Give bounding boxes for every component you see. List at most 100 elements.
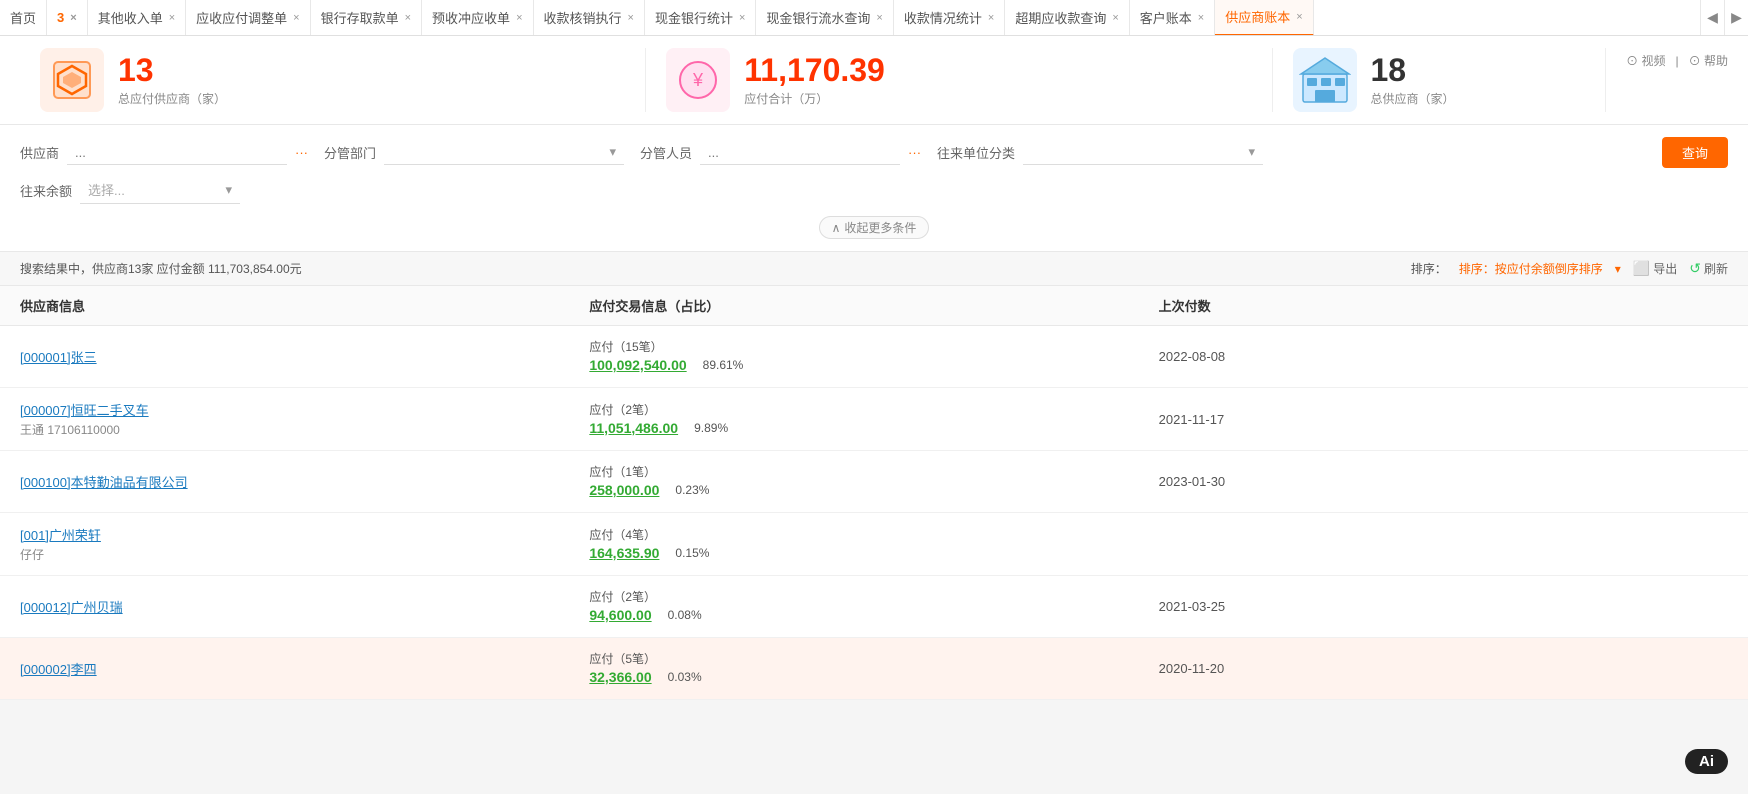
ai-badge[interactable]: Ai: [1685, 749, 1728, 774]
total-suppliers-value: 18: [1371, 54, 1455, 86]
filter-row-2: 往来余额 选择... ▾: [20, 176, 1728, 204]
export-icon: ⬜: [1633, 260, 1650, 277]
nav-tab-home[interactable]: 首页: [0, 0, 47, 36]
table-row: [000012]广州贝瑞 应付（2笔） 94,600.00 0.08% 2021…: [0, 576, 1748, 638]
close-icon[interactable]: ×: [628, 12, 634, 24]
close-icon[interactable]: ×: [1112, 12, 1118, 24]
close-icon[interactable]: ×: [516, 12, 522, 24]
export-button[interactable]: ⬜ 导出: [1633, 260, 1677, 277]
chevron-up-icon: ∧: [832, 221, 841, 235]
tx-percent: 89.61%: [703, 358, 744, 372]
tx-label: 应付（5笔）: [589, 650, 1158, 667]
balance-select[interactable]: 选择... ▾: [80, 176, 240, 204]
close-icon[interactable]: ×: [1198, 12, 1204, 24]
nav-tab-supplier-label: 供应商账本: [1225, 7, 1290, 26]
col-header-lastpay: 上次付数: [1159, 296, 1728, 315]
tx-amount[interactable]: 32,366.00: [589, 669, 651, 685]
supplier-link[interactable]: [000012]广州贝瑞: [20, 600, 123, 615]
nav-tab-cash-stat[interactable]: 现金银行统计 ×: [645, 0, 756, 36]
chevron-down-icon[interactable]: ▾: [1615, 262, 1621, 276]
nav-tab-adjustment-label: 应收应付调整单: [196, 8, 287, 27]
balance-label: 往来余额: [20, 181, 72, 200]
nav-tab-collection[interactable]: 收款核销执行 ×: [534, 0, 645, 36]
results-info: 搜索结果中，供应商13家 应付金额 111,703,854.00元: [20, 260, 302, 277]
close-icon[interactable]: ×: [405, 12, 411, 24]
tx-amount[interactable]: 258,000.00: [589, 482, 659, 498]
close-icon[interactable]: ×: [70, 12, 76, 24]
supplier-link[interactable]: [000002]李四: [20, 662, 97, 677]
filter-category: 往来单位分类 ▾: [937, 140, 1263, 165]
filter-row-1: 供应商 ··· 分管部门 ▾ 分管人员 ··· 往来单位分类 ▾ 查询: [20, 137, 1728, 168]
refresh-button[interactable]: ↺ 刷新: [1689, 260, 1728, 277]
sort-label: 排序：: [1411, 260, 1447, 277]
transaction-info: 应付（5笔） 32,366.00 0.03%: [589, 650, 1158, 687]
nav-tab-customer-label: 客户账本: [1140, 8, 1192, 27]
nav-tab-advance-label: 预收冲应收单: [432, 8, 510, 27]
close-icon[interactable]: ×: [293, 12, 299, 24]
nav-tab-collection-stat-label: 收款情况统计: [904, 8, 982, 27]
nav-tab-bank[interactable]: 银行存取款单 ×: [311, 0, 422, 36]
sort-select[interactable]: 排序：按应付余额倒序排序: [1459, 260, 1603, 277]
collapse-button[interactable]: ∧ 收起更多条件: [819, 216, 930, 239]
supplier-input[interactable]: [67, 141, 287, 165]
payable-total-label: 应付合计（万）: [744, 90, 885, 107]
nav-tab-other-income[interactable]: 其他收入单 ×: [88, 0, 186, 36]
supplier-more-icon[interactable]: ···: [295, 145, 308, 160]
tx-amount[interactable]: 94,600.00: [589, 607, 651, 623]
nav-tab-overdue[interactable]: 超期应收款查询 ×: [1005, 0, 1129, 36]
nav-tab-3[interactable]: 3 ×: [47, 0, 88, 36]
nav-tab-supplier[interactable]: 供应商账本 ×: [1215, 0, 1313, 36]
filter-dept: 分管部门 ▾: [324, 140, 624, 165]
payable-suppliers-label: 总应付供应商（家）: [118, 90, 226, 107]
help-link[interactable]: ⊙ 帮助: [1689, 52, 1728, 69]
close-icon[interactable]: ×: [739, 12, 745, 24]
tx-amount[interactable]: 164,635.90: [589, 545, 659, 561]
close-icon[interactable]: ×: [1296, 11, 1302, 23]
query-button[interactable]: 查询: [1662, 137, 1728, 168]
table-row: [001]广州荣轩 仔仔 应付（4笔） 164,635.90 0.15%: [0, 513, 1748, 576]
supplier-info: [000002]李四: [20, 659, 589, 678]
close-icon[interactable]: ×: [169, 12, 175, 24]
person-label: 分管人员: [640, 143, 692, 162]
payable-total-value: 11,170.39: [744, 54, 885, 86]
tx-percent: 0.23%: [675, 483, 709, 497]
supplier-link[interactable]: [000007]恒旺二手叉车: [20, 403, 149, 418]
category-select[interactable]: ▾: [1023, 140, 1263, 165]
supplier-label: 供应商: [20, 143, 59, 162]
summary-bar: 13 总应付供应商（家） ¥ 11,170.39 应付合计（万）: [0, 36, 1748, 125]
transaction-info: 应付（2笔） 11,051,486.00 9.89%: [589, 401, 1158, 438]
supplier-link[interactable]: [000001]张三: [20, 350, 97, 365]
nav-tab-customer[interactable]: 客户账本 ×: [1130, 0, 1215, 36]
tx-percent: 0.03%: [668, 670, 702, 684]
svg-text:¥: ¥: [692, 70, 704, 90]
nav-tab-collection-stat[interactable]: 收款情况统计 ×: [894, 0, 1005, 36]
tx-amount[interactable]: 100,092,540.00: [589, 357, 686, 373]
video-link[interactable]: ⊙ 视频: [1626, 52, 1665, 69]
nav-tab-adjustment[interactable]: 应收应付调整单 ×: [186, 0, 310, 36]
nav-tab-advance[interactable]: 预收冲应收单 ×: [422, 0, 533, 36]
person-more-icon[interactable]: ···: [908, 145, 921, 160]
transaction-info: 应付（15笔） 100,092,540.00 89.61%: [589, 338, 1158, 375]
supplier-link[interactable]: [000100]本特勤油品有限公司: [20, 475, 188, 490]
tx-amount[interactable]: 11,051,486.00: [589, 420, 678, 436]
tx-percent: 0.08%: [668, 608, 702, 622]
nav-arrow-left[interactable]: ◀: [1700, 0, 1724, 36]
person-input[interactable]: [700, 141, 900, 165]
supplier-link[interactable]: [001]广州荣轩: [20, 528, 101, 543]
close-icon[interactable]: ×: [988, 12, 994, 24]
transaction-info: 应付（1笔） 258,000.00 0.23%: [589, 463, 1158, 500]
nav-tab-overdue-label: 超期应收款查询: [1015, 8, 1106, 27]
ai-label: Ai: [1699, 753, 1714, 770]
nav-tab-collection-label: 收款核销执行: [544, 8, 622, 27]
nav-tab-cash-flow[interactable]: 现金银行流水查询 ×: [756, 0, 893, 36]
results-actions: 排序： 排序：按应付余额倒序排序 ▾ ⬜ 导出 ↺ 刷新: [1411, 260, 1728, 277]
supplier-info: [000100]本特勤油品有限公司: [20, 472, 589, 491]
nav-arrow-right[interactable]: ▶: [1724, 0, 1748, 36]
help-icon: ⊙: [1689, 54, 1701, 68]
nav-tab-bank-label: 银行存取款单: [321, 8, 399, 27]
dept-select[interactable]: ▾: [384, 140, 624, 165]
supplier-info: [001]广州荣轩 仔仔: [20, 525, 589, 563]
chevron-down-icon: ▾: [1249, 144, 1256, 160]
close-icon[interactable]: ×: [876, 12, 882, 24]
summary-card-payable-suppliers: 13 总应付供应商（家）: [20, 48, 646, 112]
